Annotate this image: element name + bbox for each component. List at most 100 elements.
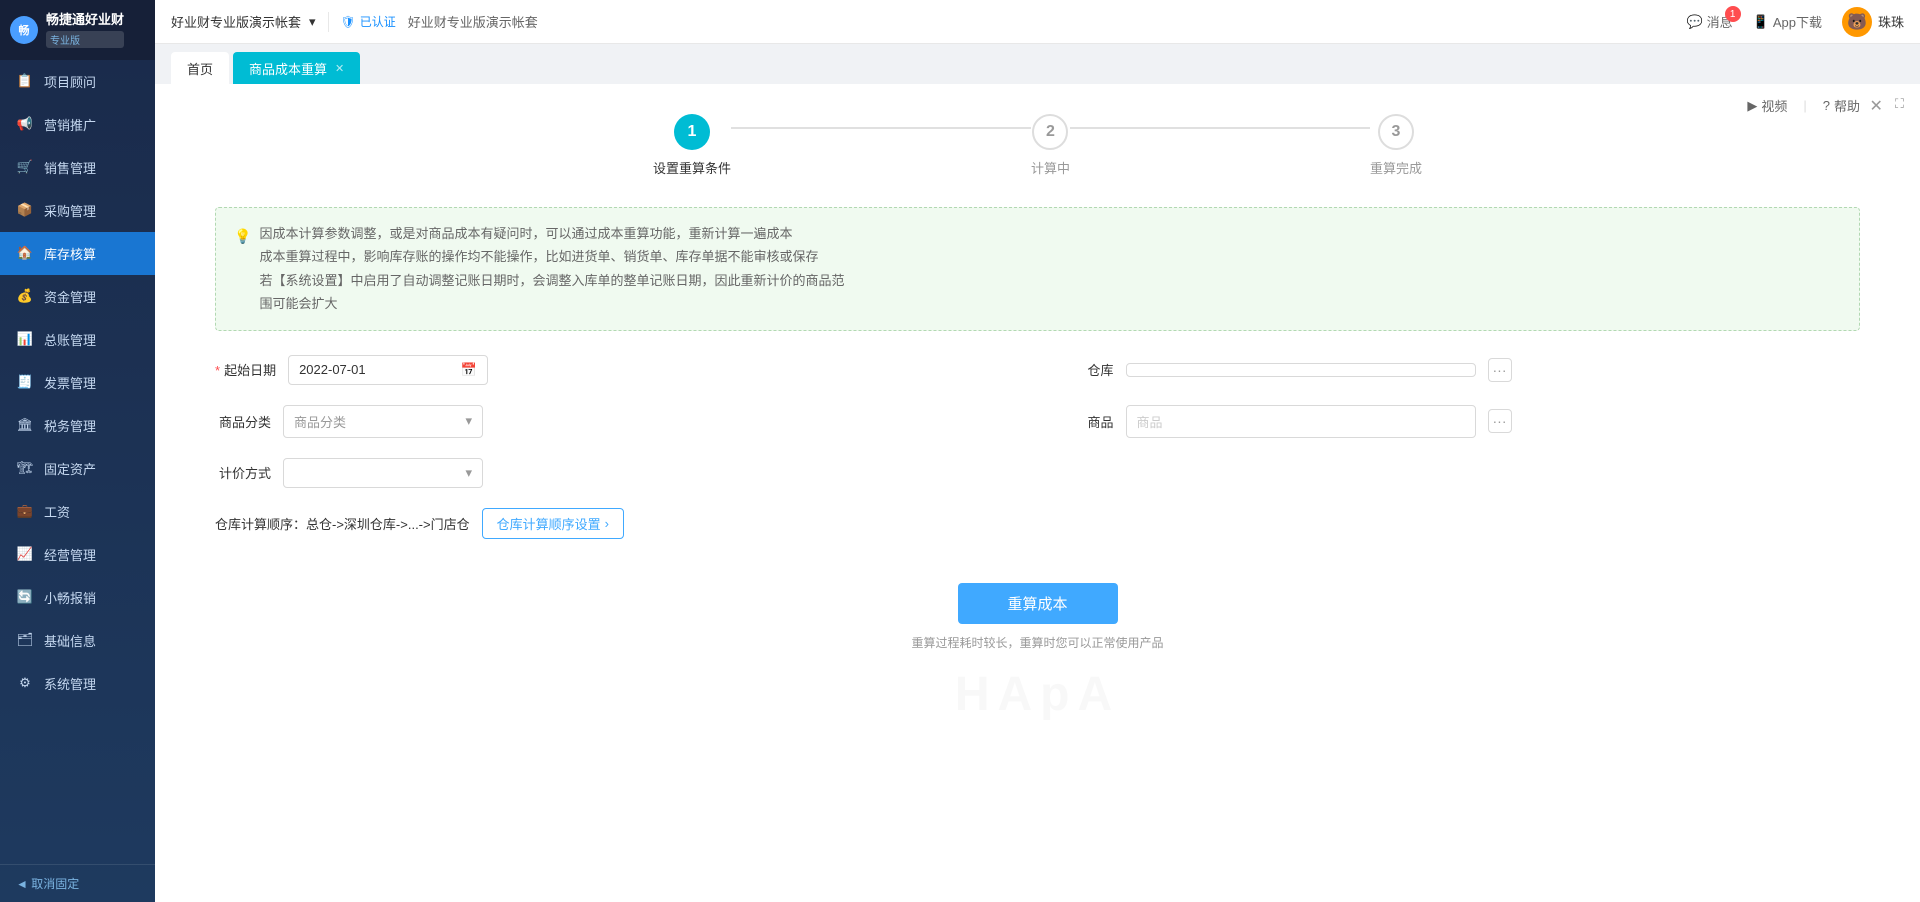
sidebar-item-inventory[interactable]: 🏠 库存核算 — [0, 232, 155, 275]
sidebar-item-assets[interactable]: 🏗 固定资产 — [0, 447, 155, 490]
info-line-4: 围可能会扩大 — [259, 292, 844, 315]
shield-icon: 🛡 — [341, 15, 356, 29]
sidebar-label-basic: 基础信息 — [44, 631, 96, 650]
sidebar-item-tax[interactable]: 🏛 税务管理 — [0, 404, 155, 447]
sidebar-item-operations[interactable]: 📈 经营管理 — [0, 533, 155, 576]
account-dropdown-icon — [309, 14, 316, 30]
tax-icon: 🏛 — [16, 416, 34, 434]
step-3-label: 重算完成 — [1370, 158, 1422, 177]
assets-icon: 🏗 — [16, 459, 34, 477]
sidebar-item-expense[interactable]: 🔄 小畅报销 — [0, 576, 155, 619]
tab-recalc-label: 商品成本重算 — [249, 59, 327, 78]
start-date-input[interactable]: 2022-07-01 📅 — [288, 355, 488, 385]
purchase-icon: 📦 — [16, 201, 34, 219]
ledger-icon: 📊 — [16, 330, 34, 348]
tab-home[interactable]: 首页 — [171, 52, 229, 84]
step-1-num: 1 — [688, 123, 697, 141]
topbar-right: 💬 消息 1 📱 App下载 🐻 珠珠 — [1686, 7, 1904, 37]
steps: 1 设置重算条件 2 计算中 3 重算完成 — [155, 84, 1920, 197]
sidebar-item-system[interactable]: ⚙ 系统管理 — [0, 662, 155, 705]
product-label: 商品 — [1058, 412, 1114, 431]
warehouse-order-setting-button[interactable]: 仓库计算顺序设置 › — [482, 508, 624, 539]
sidebar-item-basic[interactable]: 🗂 基础信息 — [0, 619, 155, 662]
sidebar-item-sales[interactable]: 🛒 销售管理 — [0, 146, 155, 189]
app-download-button[interactable]: 📱 App下载 — [1753, 12, 1822, 31]
inventory-icon: 🏠 — [16, 244, 34, 262]
calendar-icon: 📅 — [461, 362, 477, 378]
sidebar-label-sales: 销售管理 — [44, 158, 96, 177]
step-2-label: 计算中 — [1031, 158, 1070, 177]
pricing-label: 计价方式 — [215, 463, 271, 482]
sidebar-item-finance[interactable]: 💰 资金管理 — [0, 275, 155, 318]
warehouse-order-row: 仓库计算顺序：总仓->深圳仓库->...->门店仓 仓库计算顺序设置 › — [155, 508, 1920, 539]
user-profile[interactable]: 🐻 珠珠 — [1842, 7, 1904, 37]
tab-recalc[interactable]: 商品成本重算 ✕ — [233, 52, 360, 84]
window-controls: ✕ ⛶ — [1869, 96, 1904, 116]
recalc-button[interactable]: 重算成本 — [958, 583, 1118, 624]
pricing-select[interactable]: ▾ — [283, 458, 483, 488]
step-1-label: 设置重算条件 — [653, 158, 731, 177]
warehouse-order-label: 仓库计算顺序：总仓->深圳仓库->...->门店仓 — [215, 514, 470, 533]
logo-text-block: 畅捷通好业财 专业版 — [46, 12, 124, 48]
messages-button[interactable]: 💬 消息 1 — [1686, 12, 1732, 31]
phone-icon: 📱 — [1753, 14, 1769, 30]
sidebar-item-salary[interactable]: 💼 工资 — [0, 490, 155, 533]
info-box: 💡 因成本计算参数调整，或是对商品成本有疑问时，可以通过成本重算功能，重新计算一… — [215, 207, 1860, 331]
sales-icon: 🛒 — [16, 158, 34, 176]
logo-edition: 专业版 — [46, 31, 124, 48]
step-3-circle: 3 — [1378, 114, 1414, 150]
sidebar-item-invoice[interactable]: 🧾 发票管理 — [0, 361, 155, 404]
step-line-1 — [731, 127, 1031, 129]
step-3-num: 3 — [1392, 123, 1401, 141]
warehouse-label: 仓库 — [1058, 360, 1114, 379]
start-date-value: 2022-07-01 — [299, 362, 366, 377]
step-3: 3 重算完成 — [1370, 114, 1422, 177]
form-group-warehouse: 仓库 ··· — [1058, 358, 1861, 382]
info-bulb-icon: 💡 — [234, 224, 251, 316]
step-2-num: 2 — [1046, 123, 1055, 141]
tab-close-icon[interactable]: ✕ — [335, 62, 344, 75]
form-section: *起始日期 2022-07-01 📅 仓库 ··· — [155, 355, 1920, 508]
finance-icon: 💰 — [16, 287, 34, 305]
expand-window-button[interactable]: ⛶ — [1895, 96, 1904, 116]
close-window-button[interactable]: ✕ — [1869, 96, 1882, 116]
category-label: 商品分类 — [215, 412, 271, 431]
product-placeholder: 商品 — [1137, 412, 1163, 431]
verified-badge: 🛡 已认证 — [341, 13, 396, 30]
expense-icon: 🔄 — [16, 588, 34, 606]
step-line-2 — [1070, 127, 1370, 129]
sidebar-item-marketing[interactable]: 📢 营销推广 — [0, 103, 155, 146]
logo-title: 畅捷通好业财 — [46, 12, 124, 29]
step-2-circle: 2 — [1032, 114, 1068, 150]
form-row-3: 计价方式 ▾ — [215, 458, 1860, 488]
form-row-1: *起始日期 2022-07-01 📅 仓库 ··· — [215, 355, 1860, 385]
category-placeholder: 商品分类 — [294, 412, 346, 431]
product-input[interactable]: 商品 — [1126, 405, 1476, 438]
sidebar-label-tax: 税务管理 — [44, 416, 96, 435]
sidebar-label-invoice: 发票管理 — [44, 373, 96, 392]
company-name: 好业财专业版演示帐套 — [408, 12, 538, 31]
step-1-circle: 1 — [674, 114, 710, 150]
warehouse-input[interactable] — [1126, 363, 1476, 377]
sidebar-item-purchase[interactable]: 📦 采购管理 — [0, 189, 155, 232]
app-download-label: App下载 — [1773, 12, 1822, 31]
sidebar-nav: 📋 项目顾问 📢 营销推广 🛒 销售管理 📦 采购管理 🏠 库存核算 💰 资金管… — [0, 60, 155, 864]
divider-1 — [328, 12, 329, 32]
recalc-hint: 重算过程耗时较长，重算时您可以正常使用产品 — [911, 634, 1163, 651]
product-dots-button[interactable]: ··· — [1488, 409, 1512, 433]
sidebar-label-system: 系统管理 — [44, 674, 96, 693]
unpin-button[interactable]: ◄ 取消固定 — [0, 864, 155, 902]
verified-label: 已认证 — [360, 13, 396, 30]
sidebar-item-project[interactable]: 📋 项目顾问 — [0, 60, 155, 103]
sidebar-item-ledger[interactable]: 📊 总账管理 — [0, 318, 155, 361]
pricing-chevron-icon: ▾ — [465, 465, 472, 481]
tab-home-label: 首页 — [187, 59, 213, 78]
content-area: ✕ ⛶ ▶ 视频 | ? 帮助 1 设置重算条件 — [155, 84, 1920, 902]
recalc-section: 重算成本 重算过程耗时较长，重算时您可以正常使用产品 — [155, 583, 1920, 651]
form-group-category: 商品分类 商品分类 ▾ — [215, 405, 1018, 438]
warehouse-dots-button[interactable]: ··· — [1488, 358, 1512, 382]
account-selector[interactable]: 好业财专业版演示帐套 — [171, 12, 316, 31]
category-select[interactable]: 商品分类 ▾ — [283, 405, 483, 438]
username: 珠珠 — [1878, 12, 1904, 31]
account-name: 好业财专业版演示帐套 — [171, 12, 301, 31]
